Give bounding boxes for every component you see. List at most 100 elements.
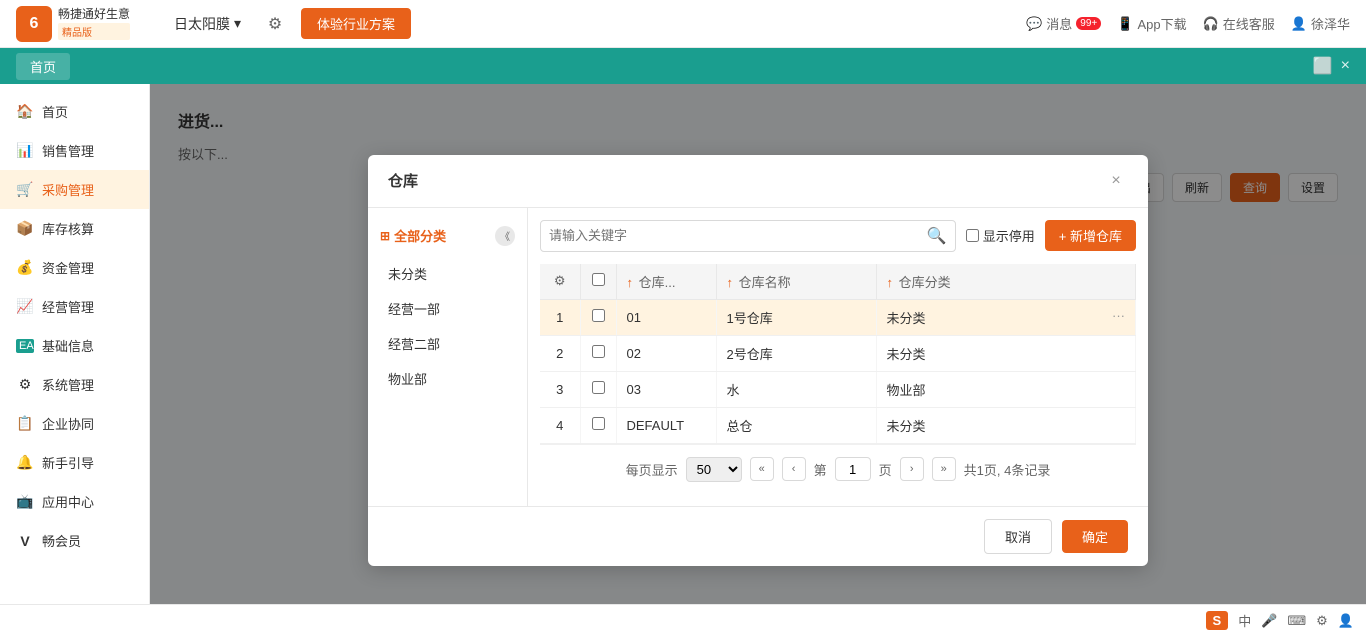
headset-icon: 🎧 <box>1203 16 1219 32</box>
select-all-checkbox[interactable] <box>592 273 605 286</box>
logo-area: 6 畅捷通好生意 精品版 <box>16 6 166 42</box>
taskbar-s-logo: S <box>1206 611 1229 630</box>
sidebar-item-guide[interactable]: 🔔 新手引导 <box>0 443 149 482</box>
table-row[interactable]: 4 DEFAULT 总仓 未分类 <box>540 407 1136 443</box>
sort-name-icon: ↑ <box>727 275 734 290</box>
modal-close-btn[interactable]: × <box>1104 169 1128 193</box>
chevron-down-icon: ▾ <box>234 15 241 32</box>
sidebar-item-label: 首页 <box>42 102 68 121</box>
th-settings: ⚙ <box>540 264 580 300</box>
message-icon: 💬 <box>1026 16 1042 32</box>
th-checkbox <box>580 264 616 300</box>
sidebar-item-inventory[interactable]: 📦 库存核算 <box>0 209 149 248</box>
sidebar-item-enterprise[interactable]: 📋 企业协同 <box>0 404 149 443</box>
operations-icon: 📈 <box>16 298 34 315</box>
page-label: 第 <box>814 460 827 479</box>
store-name: 日太阳膜 <box>174 14 230 34</box>
sales-icon: 📊 <box>16 142 34 159</box>
sidebar-item-label: 畅会员 <box>42 531 81 550</box>
inventory-icon: 📦 <box>16 220 34 237</box>
cancel-btn[interactable]: 取消 <box>984 519 1052 554</box>
member-icon: V <box>16 533 34 549</box>
sidebar-item-sales[interactable]: 📊 销售管理 <box>0 131 149 170</box>
next-page-btn[interactable]: › <box>900 457 924 481</box>
taskbar-user-icon: 👤 <box>1338 613 1354 629</box>
logo-name: 畅捷通好生意 <box>58 7 130 23</box>
content-area: 进货... 按以下... 印 导出 刷新 查询 设置 仓库 × <box>150 84 1366 636</box>
restore-icon[interactable]: ⬜ <box>1313 56 1333 76</box>
finance-icon: 💰 <box>16 259 34 276</box>
row-checkbox[interactable] <box>580 335 616 371</box>
sidebar-item-finance[interactable]: 💰 资金管理 <box>0 248 149 287</box>
modal-body: ⊞ 全部分类 《 未分类 经营一部 经营二部 <box>368 208 1148 506</box>
modal-overlay: 仓库 × ⊞ 全部分类 《 <box>150 84 1366 636</box>
sidebar-item-system[interactable]: ⚙ 系统管理 <box>0 365 149 404</box>
last-page-btn[interactable]: » <box>932 457 956 481</box>
show-disabled-checkbox-input[interactable] <box>966 229 979 242</box>
table-row[interactable]: 2 02 2号仓库 未分类 <box>540 335 1136 371</box>
category-item-ops1[interactable]: 经营一部 <box>368 291 527 326</box>
table-row[interactable]: 1 01 1号仓库 未分类··· <box>540 299 1136 335</box>
sidebar-item-label: 采购管理 <box>42 180 94 199</box>
guide-icon: 🔔 <box>16 454 34 471</box>
sidebar-item-home[interactable]: 🏠 首页 <box>0 92 149 131</box>
row-code: DEFAULT <box>616 407 716 443</box>
category-item-unclassified[interactable]: 未分类 <box>368 256 527 291</box>
nav-tab-home[interactable]: 首页 <box>16 53 70 80</box>
row-name: 总仓 <box>716 407 876 443</box>
user-avatar-btn[interactable]: 👤 徐泽华 <box>1291 14 1350 33</box>
sidebar-item-purchase[interactable]: 🛒 采购管理 <box>0 170 149 209</box>
category-item-ops2[interactable]: 经营二部 <box>368 326 527 361</box>
row-code: 01 <box>616 299 716 335</box>
sidebar-item-label: 新手引导 <box>42 453 94 472</box>
add-warehouse-btn[interactable]: + 新增仓库 <box>1045 220 1136 251</box>
basic-info-icon: EA <box>16 339 34 353</box>
row-checkbox[interactable] <box>580 299 616 335</box>
modal-sidebar-title: ⊞ 全部分类 <box>380 226 446 245</box>
page-number-input[interactable] <box>835 457 871 481</box>
settings-icon[interactable]: ⚙ <box>261 10 289 38</box>
modal-category-sidebar: ⊞ 全部分类 《 未分类 经营一部 经营二部 <box>368 208 528 506</box>
header-middle: 日太阳膜 ▾ ⚙ 体验行业方案 <box>166 8 1026 39</box>
industry-btn[interactable]: 体验行业方案 <box>301 8 411 39</box>
store-selector[interactable]: 日太阳膜 ▾ <box>166 10 249 38</box>
sort-code-icon: ↑ <box>627 275 634 290</box>
bottom-taskbar: S 中 🎤 ⌨ ⚙ 👤 <box>0 604 1366 636</box>
first-page-btn[interactable]: « <box>750 457 774 481</box>
close-icon[interactable]: × <box>1341 57 1350 75</box>
app-download-btn[interactable]: 📱 App下载 <box>1117 14 1186 33</box>
modal-header: 仓库 × <box>368 155 1148 208</box>
prev-page-btn[interactable]: ‹ <box>782 457 806 481</box>
per-page-label: 每页显示 <box>626 460 678 479</box>
enterprise-icon: 📋 <box>16 415 34 432</box>
show-disabled-checkbox[interactable]: 显示停用 <box>966 226 1035 245</box>
sidebar-item-operations[interactable]: 📈 经营管理 <box>0 287 149 326</box>
sidebar-item-member[interactable]: V 畅会员 <box>0 521 149 560</box>
modal-title: 仓库 <box>388 170 418 191</box>
row-code: 03 <box>616 371 716 407</box>
notification-badge: 99+ <box>1076 17 1101 30</box>
main-layout: 🏠 首页 📊 销售管理 🛒 采购管理 📦 库存核算 💰 资金管理 📈 经营管理 … <box>0 84 1366 636</box>
confirm-btn[interactable]: 确定 <box>1062 520 1128 553</box>
th-code: ↑ 仓库... <box>616 264 716 300</box>
row-name: 1号仓库 <box>716 299 876 335</box>
customer-service-btn[interactable]: 🎧 在线客服 <box>1203 14 1275 33</box>
per-page-select[interactable]: 10 20 50 100 <box>686 457 742 482</box>
warehouse-table: ⚙ ↑ 仓库... <box>540 264 1136 444</box>
row-category: 未分类 <box>876 407 1136 443</box>
sidebar-item-label: 基础信息 <box>42 336 94 355</box>
search-box[interactable]: 🔍 <box>540 220 956 252</box>
search-input[interactable] <box>549 228 921 243</box>
sidebar-item-app-center[interactable]: 📺 应用中心 <box>0 482 149 521</box>
sidebar-item-basic-info[interactable]: EA 基础信息 <box>0 326 149 365</box>
sidebar-item-label: 销售管理 <box>42 141 94 160</box>
row-checkbox[interactable] <box>580 371 616 407</box>
th-category: ↑ 仓库分类 <box>876 264 1136 300</box>
category-item-property[interactable]: 物业部 <box>368 361 527 396</box>
row-checkbox[interactable] <box>580 407 616 443</box>
row-code: 02 <box>616 335 716 371</box>
th-name: ↑ 仓库名称 <box>716 264 876 300</box>
collapse-sidebar-btn[interactable]: 《 <box>495 226 515 246</box>
table-row[interactable]: 3 03 水 物业部 <box>540 371 1136 407</box>
notifications-btn[interactable]: 💬 消息 99+ <box>1026 14 1101 33</box>
